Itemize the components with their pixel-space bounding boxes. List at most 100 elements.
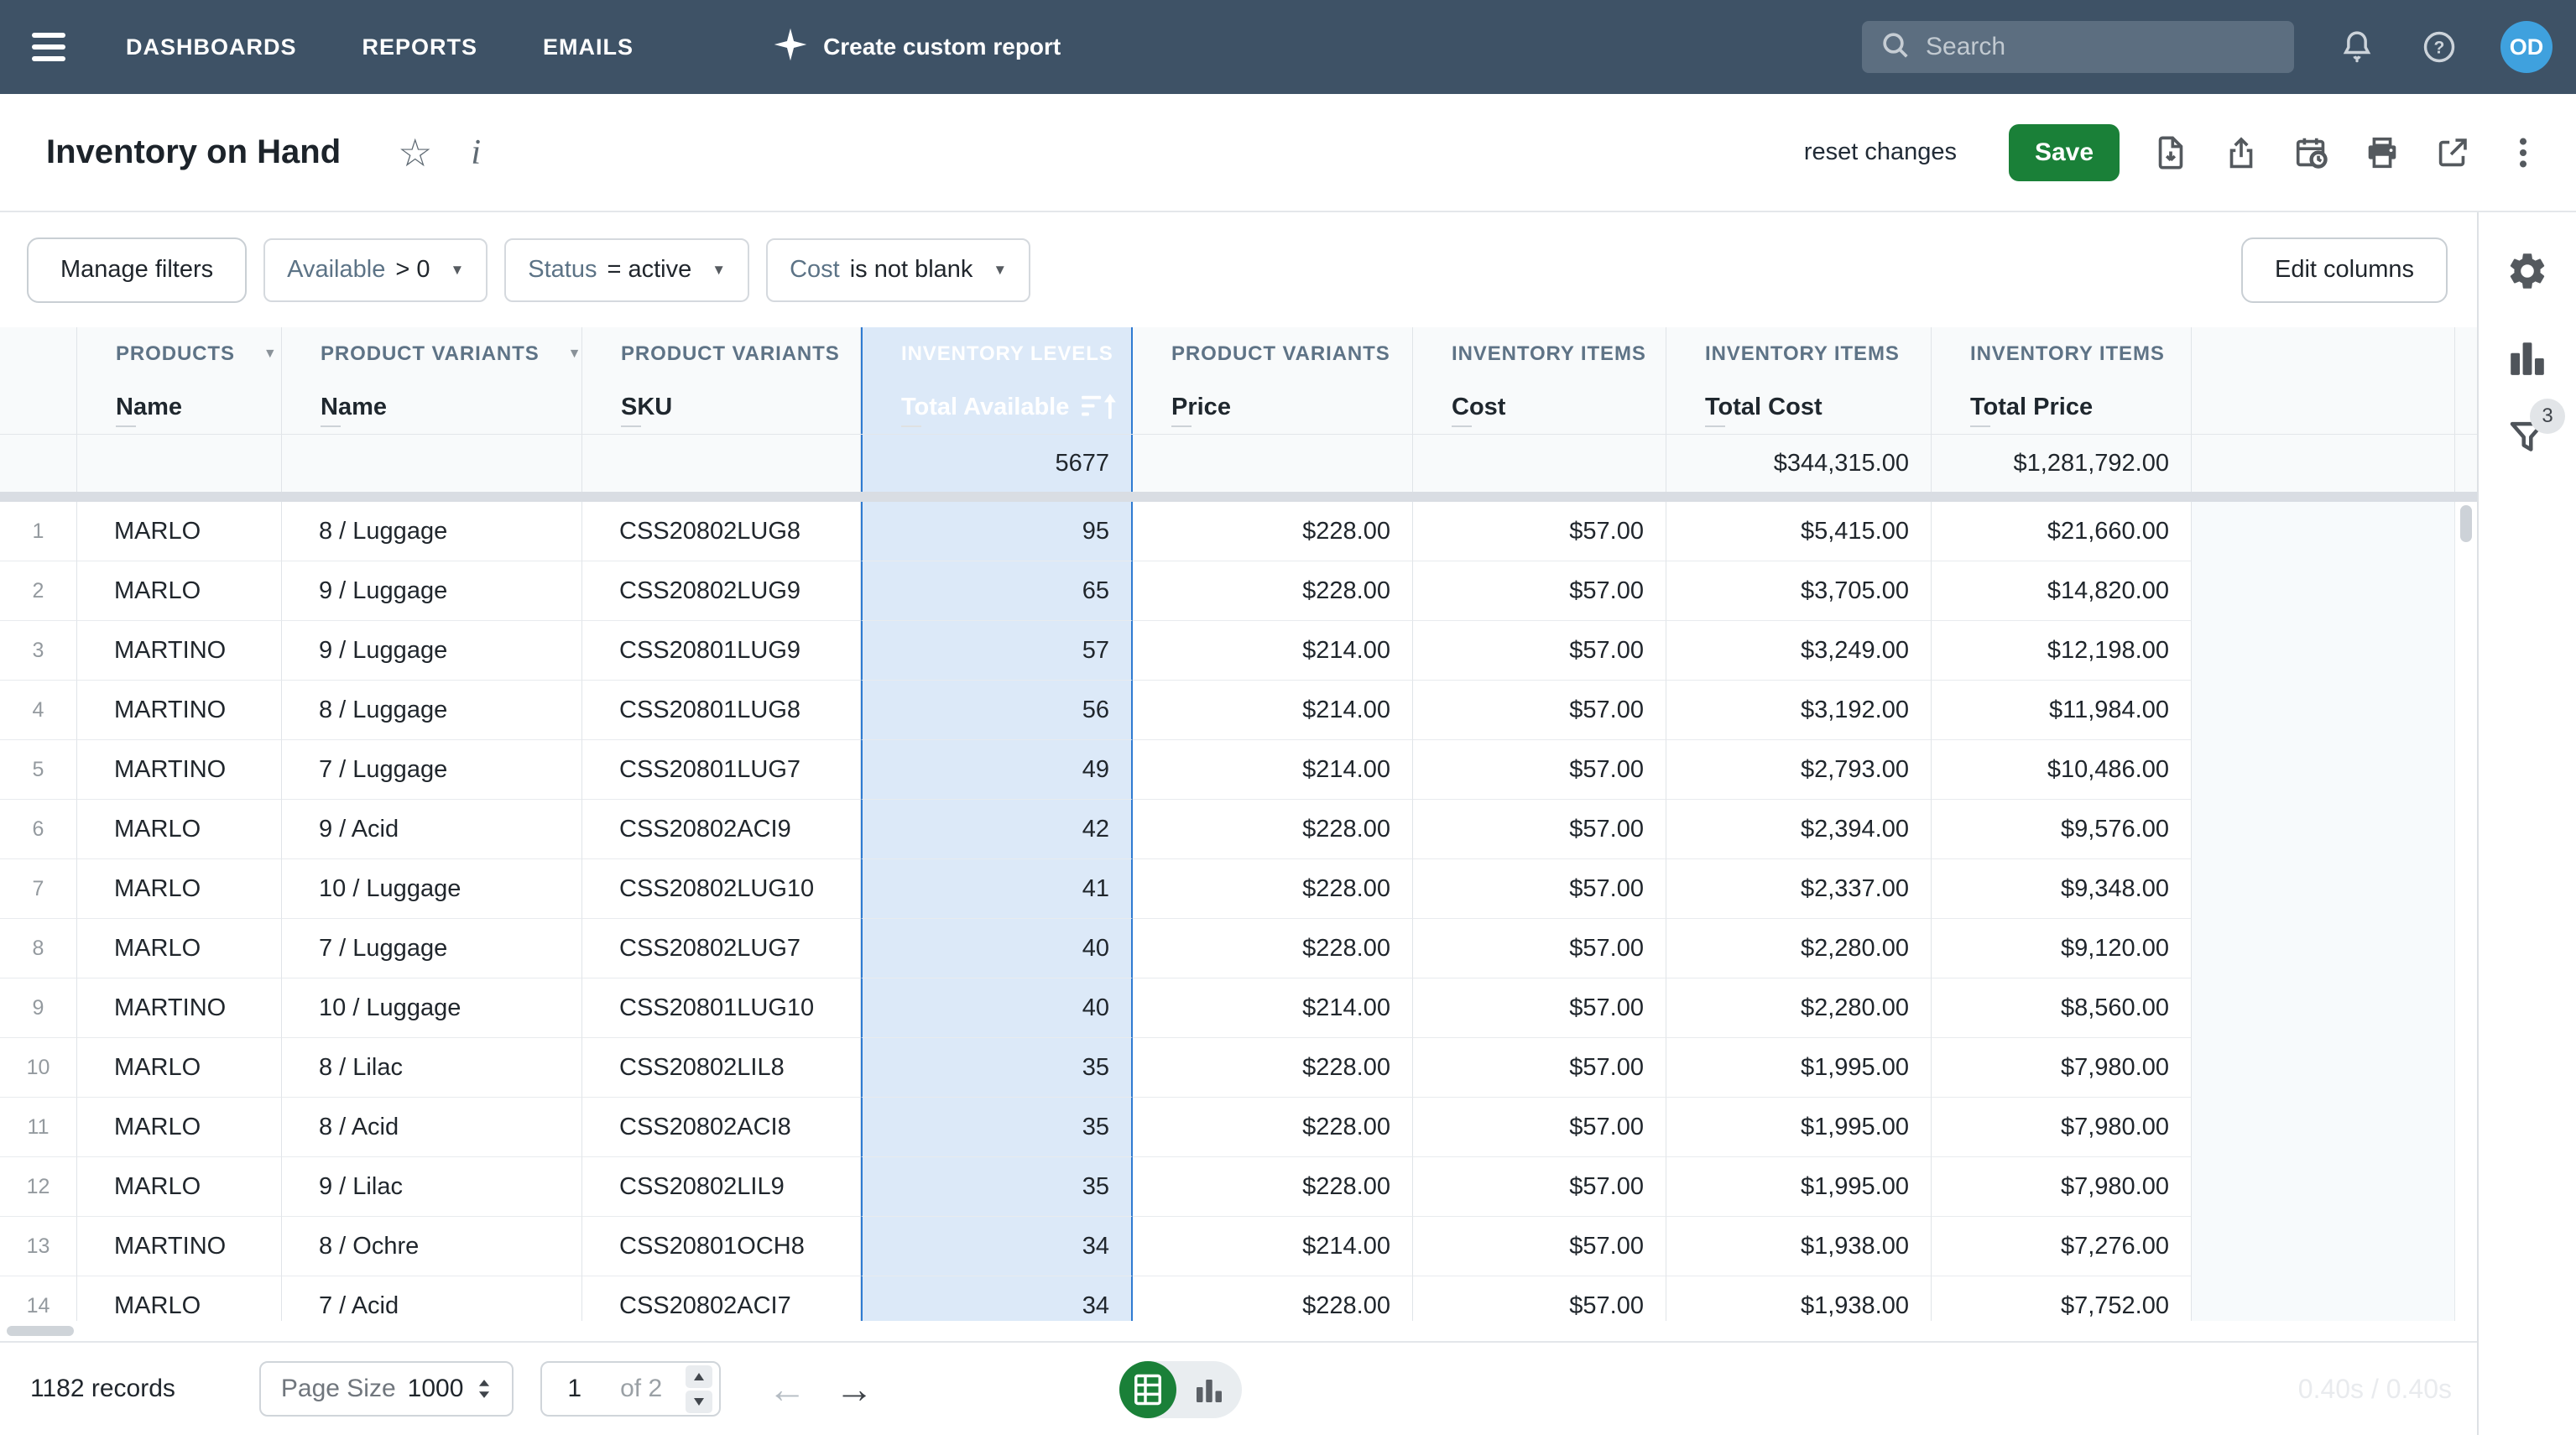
search-box[interactable] [1862, 21, 2294, 73]
cell-variant_name: 9 / Lilac [282, 1157, 582, 1217]
table-row: 3 MARTINO 9 / Luggage CSS20801LUG9 57 $214.00… [0, 621, 2477, 681]
cell-price: $228.00 [1133, 1157, 1413, 1217]
reset-changes-link[interactable]: reset changes [1804, 138, 1957, 166]
cell-product_name: MARLO [77, 1038, 282, 1098]
table-row: 7 MARLO 10 / Luggage CSS20802LUG10 41 $228.00… [0, 859, 2477, 919]
vertical-scrollbar-thumb[interactable] [2460, 505, 2472, 542]
row-number: 6 [0, 800, 77, 859]
notifications-bell-icon[interactable] [2338, 28, 2376, 66]
schedule-icon[interactable] [2292, 133, 2331, 172]
scrollbar-column [2455, 381, 2477, 434]
summary-cell-variant_name [282, 435, 582, 492]
more-menu-icon[interactable] [2504, 133, 2542, 172]
export-file-icon[interactable] [2151, 133, 2190, 172]
cell-price: $228.00 [1133, 502, 1413, 561]
page-size-select[interactable]: Page Size 1000 [258, 1361, 514, 1417]
scrollbar-column [2455, 1217, 2477, 1276]
nav-right-group: ? OD [1862, 21, 2576, 73]
edit-columns-button[interactable]: Edit columns [2240, 237, 2448, 303]
svg-text:?: ? [2434, 39, 2445, 58]
column-header-label: Price [1171, 394, 1231, 427]
column-group-cost[interactable]: INVENTORY ITEMS▼ [1413, 327, 1666, 381]
cell-variant_name: 10 / Luggage [282, 859, 582, 919]
cell-sku: CSS20802LIL8 [582, 1038, 861, 1098]
scrollbar-column [2455, 561, 2477, 621]
cell-cost: $57.00 [1413, 1038, 1666, 1098]
filter-chip-available[interactable]: Available > 0 ▼ [263, 237, 488, 302]
cell-cost: $57.00 [1413, 978, 1666, 1038]
column-header-product_name[interactable]: Name [77, 381, 282, 434]
summary-cell-total_cost: $344,315.00 [1666, 435, 1932, 492]
cell-product_name: MARTINO [77, 978, 282, 1038]
table-view-button[interactable] [1119, 1361, 1176, 1418]
column-header-total_cost[interactable]: Total Cost [1666, 381, 1932, 434]
cell-total_price: $10,486.00 [1932, 740, 2192, 800]
chart-panel-icon[interactable] [2506, 337, 2548, 383]
filler-column [2192, 800, 2455, 859]
column-group-price[interactable]: PRODUCT VARIANTS▼ [1133, 327, 1413, 381]
column-header-price[interactable]: Price [1133, 381, 1413, 434]
column-header-total_price[interactable]: Total Price [1932, 381, 2192, 434]
nav-item-dashboards[interactable]: DASHBOARDS [126, 34, 297, 60]
column-header-label: SKU [621, 394, 673, 427]
horizontal-scrollbar-thumb[interactable] [7, 1326, 74, 1336]
nav-item-reports[interactable]: REPORTS [362, 34, 478, 60]
column-header-sku[interactable]: SKU [582, 381, 861, 434]
column-group-total_available[interactable]: INVENTORY LEVELS▼ [861, 327, 1133, 381]
open-in-new-icon[interactable] [2433, 133, 2472, 172]
column-group-sku[interactable]: PRODUCT VARIANTS▼ [582, 327, 861, 381]
next-page-arrow[interactable]: → [835, 1370, 873, 1408]
avatar[interactable]: OD [2500, 21, 2553, 73]
share-icon[interactable] [2222, 133, 2261, 172]
cell-total_cost: $1,995.00 [1666, 1098, 1932, 1157]
page-up-button[interactable] [686, 1365, 713, 1388]
column-group-product_name[interactable]: PRODUCTS ▼ [77, 327, 282, 381]
settings-gear-icon[interactable] [2506, 249, 2549, 297]
cell-price: $214.00 [1133, 681, 1413, 740]
column-group-label: INVENTORY ITEMS [1452, 342, 1646, 365]
table-row: 12 MARLO 9 / Lilac CSS20802LIL9 35 $228.00 $57… [0, 1157, 2477, 1217]
column-header-cost[interactable]: Cost [1413, 381, 1666, 434]
cell-total_price: $21,660.00 [1932, 502, 2192, 561]
scrollbar-column [2455, 1157, 2477, 1217]
column-header-total_available[interactable]: Total Available [861, 381, 1133, 434]
page-down-button[interactable] [686, 1390, 713, 1413]
help-icon[interactable]: ? [2420, 28, 2459, 66]
table-row: 13 MARTINO 8 / Ochre CSS20801OCH8 34 $214.00 $… [0, 1217, 2477, 1276]
summary-divider [0, 492, 2477, 502]
table-body: 1 MARLO 8 / Luggage CSS20802LUG8 95 $228.00 $5… [0, 502, 2477, 1321]
cell-total_price: $7,980.00 [1932, 1098, 2192, 1157]
column-header-variant_name[interactable]: Name [282, 381, 582, 434]
chart-view-button[interactable] [1176, 1375, 1242, 1405]
column-group-total_cost[interactable]: INVENTORY ITEMS▼ [1666, 327, 1932, 381]
filters-panel-icon[interactable]: 3 [2505, 399, 2565, 465]
search-input[interactable] [1926, 33, 2277, 61]
cell-sku: CSS20802LUG10 [582, 859, 861, 919]
chevron-down-icon: ▼ [450, 261, 465, 278]
cell-total_cost: $2,793.00 [1666, 740, 1932, 800]
menu-icon[interactable] [32, 33, 65, 61]
cell-cost: $57.00 [1413, 740, 1666, 800]
previous-page-arrow[interactable]: ← [768, 1370, 806, 1408]
filter-chip-status[interactable]: Status = active ▼ [504, 237, 750, 302]
filter-chip-cost[interactable]: Cost is not blank ▼ [766, 237, 1031, 302]
cell-cost: $57.00 [1413, 1157, 1666, 1217]
info-icon[interactable]: i [471, 133, 481, 173]
column-group-variant_name[interactable]: PRODUCT VARIANTS ▼ [282, 327, 582, 381]
cell-cost: $57.00 [1413, 800, 1666, 859]
create-custom-report-button[interactable]: Create custom report [773, 27, 1061, 68]
favorite-star-icon[interactable]: ☆ [398, 133, 432, 172]
cell-total_cost: $2,280.00 [1666, 919, 1932, 978]
page-number-control[interactable]: 1 of 2 [540, 1361, 722, 1417]
save-button[interactable]: Save [2009, 123, 2120, 181]
print-icon[interactable] [2363, 133, 2401, 172]
sort-descending-icon[interactable] [1081, 391, 1118, 425]
cell-price: $228.00 [1133, 919, 1413, 978]
chevron-down-icon: ▼ [712, 261, 727, 278]
manage-filters-button[interactable]: Manage filters [27, 237, 248, 303]
column-group-total_price[interactable]: INVENTORY ITEMS▼ [1932, 327, 2192, 381]
summary-cell-sku [582, 435, 861, 492]
cell-price: $214.00 [1133, 1217, 1413, 1276]
nav-item-emails[interactable]: EMAILS [543, 34, 634, 60]
scrollbar-column [2455, 800, 2477, 859]
